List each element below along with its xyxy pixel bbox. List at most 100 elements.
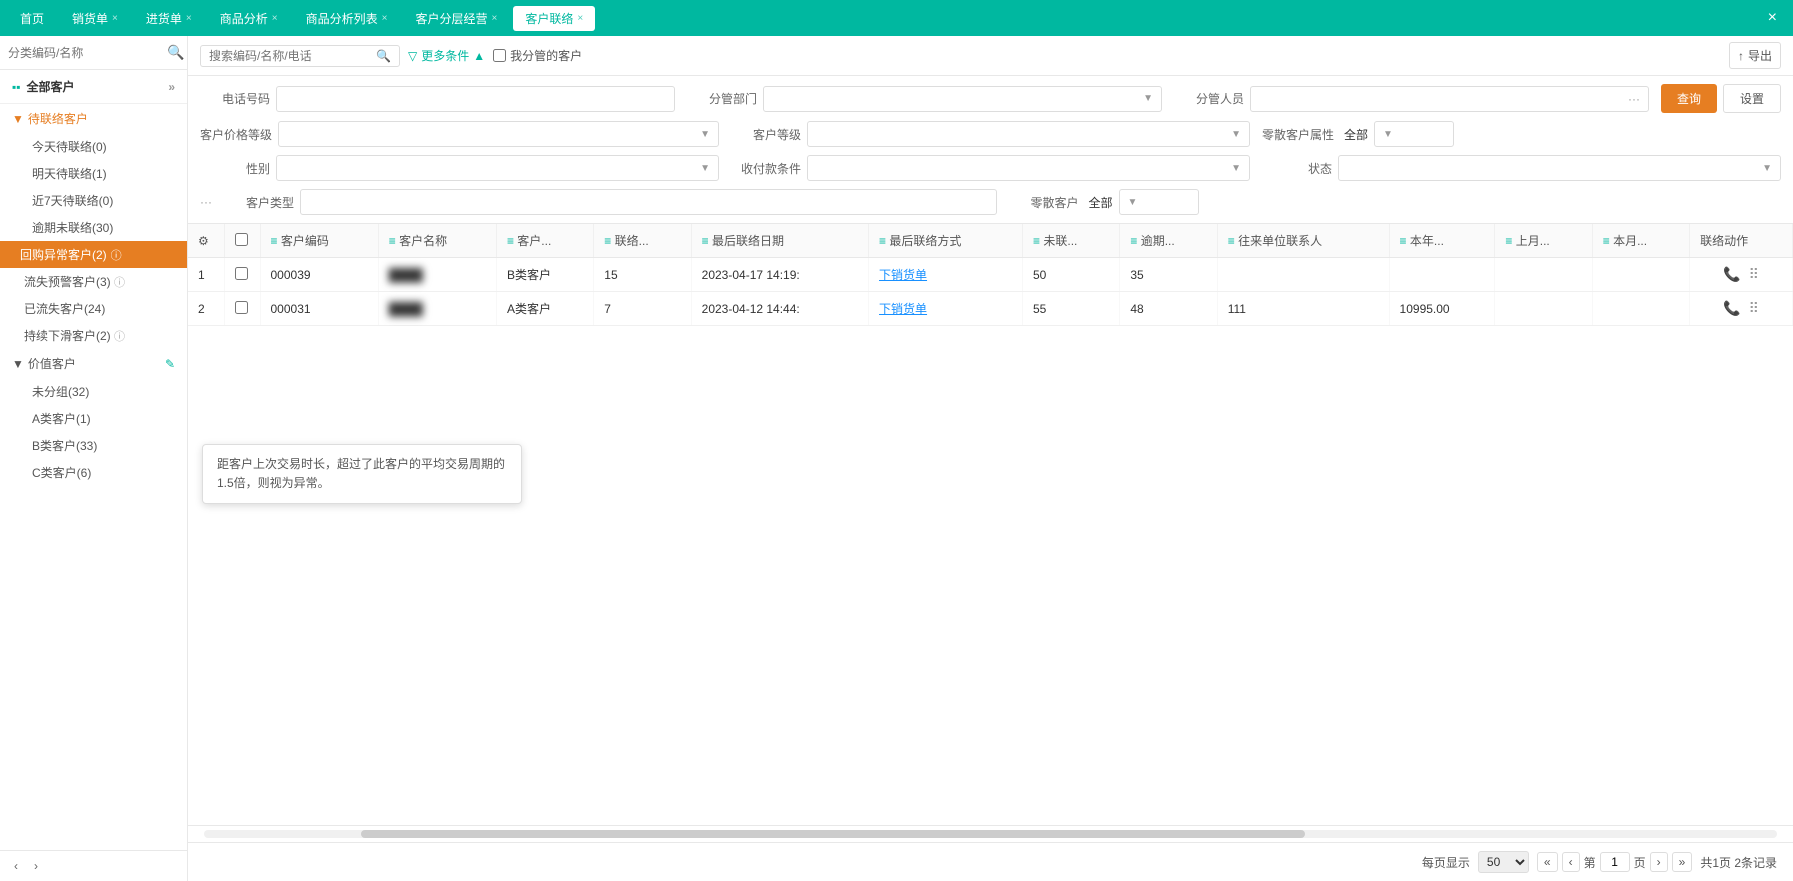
table-settings-icon[interactable]: ⚙ bbox=[198, 234, 209, 248]
nav-product-list-close[interactable]: × bbox=[382, 13, 388, 24]
tooltip-box: 距客户上次交易时长，超过了此客户的平均交易周期的1.5倍，则视为异常。 bbox=[202, 444, 522, 504]
sidebar-ungroup[interactable]: 未分组(32) bbox=[0, 378, 187, 405]
filter-manager-input[interactable]: ··· bbox=[1250, 86, 1649, 112]
filter-payment-input[interactable]: ▼ bbox=[807, 155, 1250, 181]
action-buttons: 查询 设置 bbox=[1661, 84, 1781, 113]
filter-manager-dots[interactable]: ··· bbox=[1628, 92, 1640, 106]
row1-type: B类客户 bbox=[496, 258, 593, 292]
nav-purchase-close[interactable]: × bbox=[186, 13, 192, 24]
more-conditions-btn[interactable]: ▽ 更多条件 ▲ bbox=[408, 47, 485, 64]
sidebar-7day-waiting[interactable]: 近7天待联络(0) bbox=[0, 187, 187, 214]
prev-page-btn[interactable]: ‹ bbox=[1562, 852, 1580, 872]
sidebar-value-arrow: ▼ bbox=[12, 357, 24, 371]
main-search-input[interactable] bbox=[209, 49, 372, 63]
row2-more-icon[interactable]: ⠿ bbox=[1749, 300, 1759, 317]
export-btn[interactable]: ↑ 导出 bbox=[1729, 42, 1781, 69]
sidebar-prev-btn[interactable]: ‹ bbox=[8, 857, 24, 875]
row2-checkbox bbox=[224, 292, 260, 326]
filter-retail-attr-arrow: ▼ bbox=[1383, 129, 1393, 140]
table-row: 2 000031 ████ A类客户 7 2023-04-12 14:44: bbox=[188, 292, 1793, 326]
filter-dept-input[interactable]: ▼ bbox=[763, 86, 1162, 112]
filter-retail-customer-label: 零散客户 bbox=[1009, 194, 1079, 211]
row2-name: ████ bbox=[378, 292, 496, 326]
my-customers-checkbox[interactable] bbox=[493, 49, 506, 62]
filter-phone-input[interactable] bbox=[276, 86, 675, 112]
filter-retail-customer-input[interactable]: ▼ bbox=[1119, 189, 1199, 215]
filter-retail-attr-input[interactable]: ▼ bbox=[1374, 121, 1454, 147]
sidebar-overdue-waiting[interactable]: 逾期未联络(30) bbox=[0, 214, 187, 241]
filter-gender-arrow: ▼ bbox=[700, 163, 710, 174]
filter-dept: 分管部门 ▼ bbox=[687, 86, 1162, 112]
filter-gender-input[interactable]: ▼ bbox=[276, 155, 719, 181]
sidebar-class-c[interactable]: C类客户(6) bbox=[0, 459, 187, 486]
next-page-btn[interactable]: › bbox=[1650, 852, 1668, 872]
export-icon: ↑ bbox=[1738, 49, 1744, 63]
row1-lastdate: 2023-04-17 14:19: bbox=[691, 258, 868, 292]
sidebar-search-input[interactable] bbox=[8, 46, 163, 60]
sidebar-repurchase-anomaly[interactable]: 回购异常客户(2) ⓘ bbox=[0, 241, 187, 268]
col-contact-header: ≡ 联络... bbox=[594, 224, 691, 258]
sidebar-waiting-section[interactable]: ▼ 待联络客户 bbox=[0, 104, 187, 133]
filter-retail-attr-label: 零散客户属性 bbox=[1262, 126, 1334, 143]
row1-more-icon[interactable]: ⠿ bbox=[1749, 266, 1759, 283]
filter-customer-type-input[interactable] bbox=[300, 189, 997, 215]
row2-thismonth bbox=[1592, 292, 1689, 326]
h-scroll-container[interactable] bbox=[188, 825, 1793, 842]
settings-btn[interactable]: 设置 bbox=[1723, 84, 1781, 113]
nav-product-analysis-close[interactable]: × bbox=[272, 13, 278, 24]
sidebar-next-btn[interactable]: › bbox=[28, 857, 44, 875]
nav-customer-contact-close[interactable]: × bbox=[577, 13, 583, 24]
page-input[interactable] bbox=[1600, 852, 1630, 872]
sidebar-class-a[interactable]: A类客户(1) bbox=[0, 405, 187, 432]
row1-call-icon[interactable]: 📞 bbox=[1723, 266, 1740, 283]
my-customers-toggle[interactable]: 我分管的客户 bbox=[493, 47, 582, 64]
last-page-btn[interactable]: » bbox=[1672, 852, 1693, 872]
row1-select-checkbox[interactable] bbox=[235, 267, 248, 280]
col-action-header: 联络动作 bbox=[1690, 224, 1793, 258]
filter-customer-level-input[interactable]: ▼ bbox=[807, 121, 1250, 147]
select-all-checkbox[interactable] bbox=[235, 233, 248, 246]
filter-more-dots[interactable]: ··· bbox=[200, 195, 212, 209]
filter-price-level-input[interactable]: ▼ bbox=[278, 121, 719, 147]
filter-status: 状态 ▼ bbox=[1262, 155, 1781, 181]
main-search-icon[interactable]: 🔍 bbox=[376, 49, 391, 63]
query-btn[interactable]: 查询 bbox=[1661, 84, 1717, 113]
col-settings-header: ⚙ bbox=[188, 224, 224, 258]
nav-product-list[interactable]: 商品分析列表 × bbox=[294, 6, 400, 31]
sidebar-search-icon[interactable]: 🔍 bbox=[167, 44, 184, 61]
nav-customer-tier[interactable]: 客户分层经营 × bbox=[403, 6, 509, 31]
filter-customer-type-label: 客户类型 bbox=[224, 194, 294, 211]
nav-purchase[interactable]: 进货单 × bbox=[134, 6, 204, 31]
page-size-select[interactable]: 50 100 200 bbox=[1478, 851, 1529, 873]
col-lastmonth-header: ≡ 上月... bbox=[1495, 224, 1592, 258]
sidebar-lost-preview[interactable]: 流失预警客户(3) ⓘ bbox=[0, 268, 187, 295]
h-scroll-thumb[interactable] bbox=[361, 830, 1305, 838]
first-page-btn[interactable]: « bbox=[1537, 852, 1558, 872]
nav-customer-tier-close[interactable]: × bbox=[491, 13, 497, 24]
filter-customer-level-label: 客户等级 bbox=[731, 126, 801, 143]
nav-customer-contact[interactable]: 客户联络 × bbox=[513, 6, 595, 31]
nav-product-analysis[interactable]: 商品分析 × bbox=[208, 6, 290, 31]
row2-method-link[interactable]: 下销货单 bbox=[879, 302, 927, 316]
sidebar-collapse-btn[interactable]: » bbox=[168, 80, 175, 94]
sidebar-today-waiting[interactable]: 今天待联络(0) bbox=[0, 133, 187, 160]
sidebar-lost-customers[interactable]: 已流失客户(24) bbox=[0, 295, 187, 322]
row1-method-link[interactable]: 下销货单 bbox=[879, 268, 927, 282]
sidebar-declining-customers[interactable]: 持续下滑客户(2) ⓘ bbox=[0, 322, 187, 349]
filter-row-1: 电话号码 分管部门 ▼ 分管人员 ··· bbox=[200, 84, 1781, 113]
row2-call-icon[interactable]: 📞 bbox=[1723, 300, 1740, 317]
h-scroll-track bbox=[204, 830, 1777, 838]
table-area[interactable]: ⚙ ≡ 客户编码 ≡ 客户名称 bbox=[188, 224, 1793, 825]
sidebar-tomorrow-waiting[interactable]: 明天待联络(1) bbox=[0, 160, 187, 187]
nav-close-all[interactable]: × bbox=[1760, 5, 1785, 31]
row2-select-checkbox[interactable] bbox=[235, 301, 248, 314]
nav-sales[interactable]: 销货单 × bbox=[60, 6, 130, 31]
sidebar-value-edit-icon[interactable]: ✎ bbox=[165, 357, 175, 371]
nav-sales-close[interactable]: × bbox=[112, 13, 118, 24]
filter-status-input[interactable]: ▼ bbox=[1338, 155, 1781, 181]
content-area: 🔍 ▽ 更多条件 ▲ 我分管的客户 ↑ 导出 电话号码 bbox=[188, 36, 1793, 881]
sidebar-value-section-header[interactable]: ▼ 价值客户 ✎ bbox=[0, 349, 187, 378]
sidebar-class-b[interactable]: B类客户(33) bbox=[0, 432, 187, 459]
nav-home[interactable]: 首页 bbox=[8, 6, 56, 31]
col-uncontact-header: ≡ 未联... bbox=[1023, 224, 1120, 258]
